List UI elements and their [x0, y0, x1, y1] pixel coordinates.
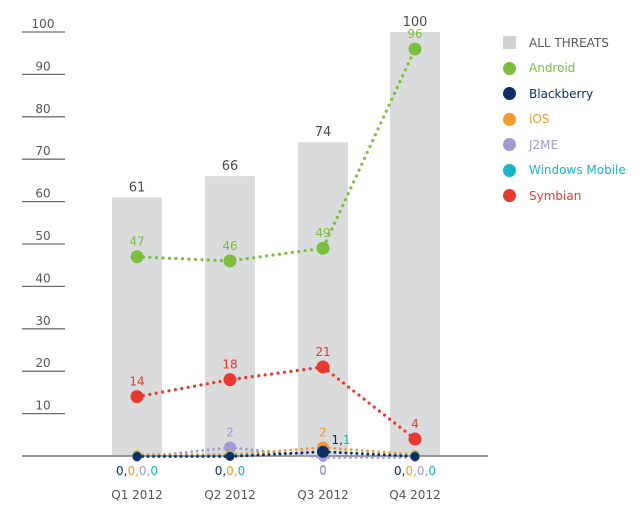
point-android — [130, 250, 144, 264]
zero-value-annotation: 0,0,0,0 — [394, 464, 436, 478]
label-part: 0 — [238, 464, 246, 478]
point-symbian — [316, 360, 330, 374]
point-blackberry — [225, 452, 235, 461]
point-blackberry — [317, 445, 329, 458]
legend-swatch — [503, 36, 516, 50]
point-label-symbian: 14 — [129, 375, 144, 389]
point-label-symbian: 18 — [222, 358, 237, 372]
x-tick-label: Q1 2012 — [111, 488, 162, 502]
legend-label: iOS — [529, 112, 550, 127]
y-tick-label: 30 — [35, 314, 50, 328]
point-symbian — [408, 432, 422, 446]
legend-swatch — [503, 112, 516, 126]
point-label-symbian: 4 — [411, 417, 419, 431]
label-part: 0 — [226, 464, 234, 478]
bar-all-threats — [205, 176, 255, 456]
point-label-symbian: 21 — [315, 345, 330, 359]
x-tick-label: Q4 2012 — [389, 488, 440, 502]
label-part: 1 — [343, 433, 351, 447]
point-label-android: 47 — [129, 235, 144, 249]
point-label-j2me: 2 — [226, 426, 234, 440]
legend-swatch — [503, 87, 516, 101]
bar-all-threats — [298, 142, 348, 457]
bar-value-label: 74 — [315, 125, 332, 140]
label-part: 0 — [150, 464, 158, 478]
legend-item-ios: iOS — [503, 107, 626, 133]
zero-value-annotation: 0 — [319, 464, 327, 478]
point-label-blackberry-windows-mobile: 1,1 — [331, 433, 350, 447]
y-tick-label: 90 — [35, 59, 50, 73]
label-part: 0 — [139, 464, 147, 478]
y-tick-label: 10 — [35, 399, 50, 413]
legend-swatch — [503, 163, 516, 177]
x-tick-label: Q2 2012 — [204, 488, 255, 502]
label-part: 0 — [394, 464, 402, 478]
legend-item-blackberry: Blackberry — [503, 81, 626, 107]
legend-label: Symbian — [529, 188, 582, 203]
legend-label: Android — [529, 61, 576, 76]
legend-label: Windows Mobile — [529, 163, 626, 178]
bar-value-label: 61 — [129, 180, 146, 195]
point-android — [223, 254, 237, 268]
y-tick-label: 40 — [35, 271, 50, 285]
legend: ALL THREATS Android Blackberry iOS J2ME Windo… — [503, 30, 626, 209]
label-part: 0 — [116, 464, 124, 478]
y-tick-label: 70 — [35, 144, 50, 158]
label-part: 0 — [417, 464, 425, 478]
label-part: 0 — [405, 464, 413, 478]
legend-label: J2ME — [529, 137, 559, 152]
legend-swatch — [503, 189, 516, 203]
y-tick-label: 80 — [35, 102, 50, 116]
point-label-android: 46 — [222, 239, 237, 253]
point-blackberry — [410, 452, 420, 461]
label-part: 0 — [127, 464, 135, 478]
zero-value-annotation: 0,0,0,0 — [116, 464, 158, 478]
legend-item-j2me: J2ME — [503, 132, 626, 158]
bar-value-label: 66 — [222, 159, 239, 174]
point-label-ios: 2 — [319, 426, 327, 440]
line-android — [135, 47, 417, 263]
label-part: 1 — [331, 433, 339, 447]
point-symbian — [130, 390, 144, 404]
point-android — [316, 241, 330, 255]
y-tick-label: 60 — [35, 187, 50, 201]
point-label-android: 49 — [315, 226, 330, 240]
label-part: 0 — [428, 464, 436, 478]
legend-item-symbian: Symbian — [503, 183, 626, 209]
point-symbian — [223, 373, 237, 387]
zero-value-annotation: 0,0,0 — [215, 464, 246, 478]
y-axis: 10 20 30 40 50 60 70 80 90 100 — [22, 17, 65, 415]
line-series — [130, 42, 422, 462]
y-tick-label: 50 — [35, 229, 50, 243]
point-android — [408, 42, 422, 56]
legend-label: ALL THREATS — [529, 35, 609, 50]
label-part: 0 — [319, 464, 327, 478]
legend-item-android: Android — [503, 56, 626, 82]
legend-label: Blackberry — [529, 86, 594, 101]
legend-item-all-threats: ALL THREATS — [503, 30, 626, 56]
label-part: 0 — [215, 464, 223, 478]
legend-swatch — [503, 138, 516, 152]
bar-all-threats — [390, 32, 440, 456]
point-blackberry — [132, 452, 142, 461]
x-tick-label: Q3 2012 — [297, 488, 348, 502]
point-label-android: 96 — [407, 27, 422, 41]
line-symbian — [135, 365, 417, 441]
legend-swatch — [503, 61, 516, 75]
x-axis: Q1 2012 Q2 2012 Q3 2012 Q4 2012 0,0,0,0 0,0,0… — [111, 464, 440, 502]
y-tick-label: 20 — [35, 356, 50, 370]
y-tick-label: 100 — [32, 17, 55, 31]
data-labels: 47 46 49 96 2 2 0 14 18 21 4 1,1 — [129, 27, 422, 477]
legend-item-windows-mobile: Windows Mobile — [503, 158, 626, 184]
bar-series-all-threats: 616674100 — [112, 15, 440, 457]
